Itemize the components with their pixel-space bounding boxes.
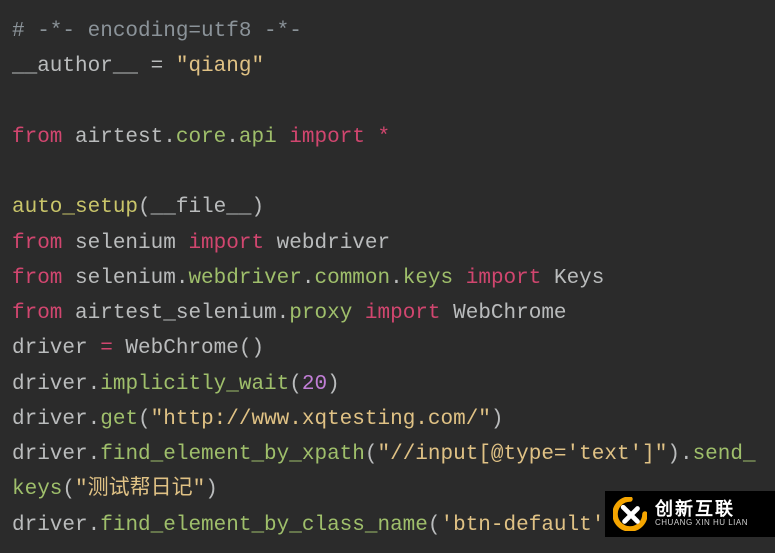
code-token: . — [390, 267, 403, 290]
code-token: ) — [667, 443, 680, 466]
code-keyword: import — [277, 126, 365, 149]
code-keyword: from — [12, 232, 62, 255]
code-method: get — [100, 408, 138, 431]
code-token: . — [88, 443, 101, 466]
code-keyword: import — [188, 232, 264, 255]
code-token: common — [314, 267, 390, 290]
code-token: WebChrome — [441, 302, 567, 325]
code-token: . — [277, 302, 290, 325]
code-token: webdriver — [188, 267, 301, 290]
code-token: driver — [12, 337, 100, 360]
code-token: airtest_selenium — [62, 302, 276, 325]
code-token: proxy — [289, 302, 352, 325]
code-token: WebChrome — [113, 337, 239, 360]
code-string: "测试帮日记" — [75, 478, 205, 501]
code-token: () — [239, 337, 264, 360]
code-token: . — [680, 443, 693, 466]
code-keyword: from — [12, 126, 62, 149]
code-string: "http://www.xqtesting.com/" — [151, 408, 491, 431]
code-token: ) — [327, 373, 340, 396]
code-token: = — [100, 337, 113, 360]
code-token: selenium — [62, 232, 188, 255]
code-token: driver — [12, 408, 88, 431]
code-token: driver — [12, 443, 88, 466]
code-token: ( — [62, 478, 75, 501]
code-string: "//input[@type='text']" — [378, 443, 668, 466]
code-token: = — [138, 55, 176, 78]
code-number: 20 — [302, 373, 327, 396]
code-token: . — [226, 126, 239, 149]
code-token: airtest — [62, 126, 163, 149]
code-token: . — [88, 373, 101, 396]
code-token: __author__ — [12, 55, 138, 78]
brand-logo: 创新互联 CHUANG XIN HU LIAN — [605, 491, 775, 537]
code-token: ) — [491, 408, 504, 431]
logo-subtitle: CHUANG XIN HU LIAN — [655, 519, 748, 527]
code-token: ( — [138, 408, 151, 431]
code-token: __file__ — [151, 196, 252, 219]
code-token: api — [239, 126, 277, 149]
code-token: driver — [12, 373, 88, 396]
code-comment: # -*- encoding=utf8 -*- — [12, 20, 302, 43]
code-token: . — [88, 514, 101, 537]
code-token: ( — [428, 514, 441, 537]
code-token: driver — [12, 514, 88, 537]
code-keyword: from — [12, 267, 62, 290]
code-block: # -*- encoding=utf8 -*- __author__ = "qi… — [0, 0, 775, 553]
code-token: keys — [403, 267, 453, 290]
code-token: ) — [251, 196, 264, 219]
logo-icon — [613, 497, 647, 531]
code-token: ( — [289, 373, 302, 396]
code-method: find_element_by_xpath — [100, 443, 365, 466]
code-token: . — [88, 408, 101, 431]
code-token: ) — [205, 478, 218, 501]
code-token: . — [302, 267, 315, 290]
code-token: . — [176, 267, 189, 290]
code-token: . — [163, 126, 176, 149]
code-keyword: import — [453, 267, 541, 290]
code-token: core — [176, 126, 226, 149]
code-keyword: import — [352, 302, 440, 325]
code-string: 'btn-default' — [441, 514, 605, 537]
code-method: find_element_by_class_name — [100, 514, 428, 537]
code-func: auto_setup — [12, 196, 138, 219]
code-method: implicitly_wait — [100, 373, 289, 396]
logo-title: 创新互联 — [655, 500, 748, 519]
code-token: selenium — [62, 267, 175, 290]
code-token: * — [365, 126, 390, 149]
code-string: "qiang" — [176, 55, 264, 78]
code-keyword: from — [12, 302, 62, 325]
code-token: ( — [138, 196, 151, 219]
code-token: webdriver — [264, 232, 390, 255]
code-token: Keys — [541, 267, 604, 290]
code-token: ( — [365, 443, 378, 466]
logo-text: 创新互联 CHUANG XIN HU LIAN — [655, 500, 748, 527]
